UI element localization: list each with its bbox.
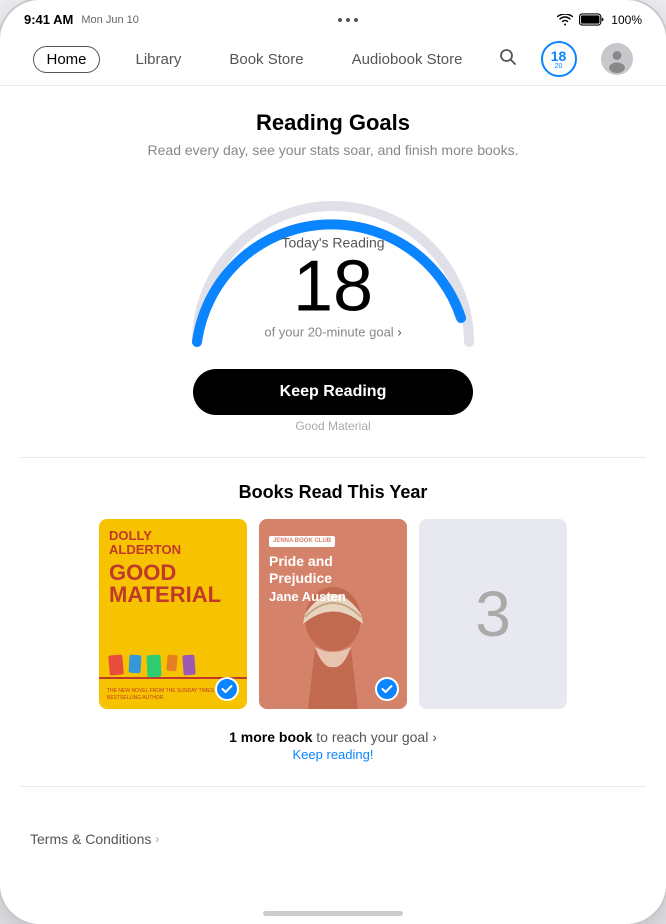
status-dot-3 xyxy=(354,18,358,22)
badge-number: 18 xyxy=(551,49,567,63)
section-divider-1 xyxy=(20,457,646,458)
reading-badge[interactable]: 18 20 xyxy=(541,41,577,77)
book2-badge: JENNA BOOK CLUB xyxy=(269,536,335,547)
section-divider-2 xyxy=(20,786,646,787)
status-dot-2 xyxy=(346,18,350,22)
status-dot-1 xyxy=(338,18,342,22)
status-right: 100% xyxy=(557,13,642,27)
status-time: 9:41 AM xyxy=(24,12,73,27)
book-card-pride-prejudice[interactable]: JENNA BOOK CLUB Pride andPrejudice Jane … xyxy=(259,519,407,709)
placeholder-number: 3 xyxy=(475,577,511,651)
search-icon[interactable] xyxy=(499,48,517,71)
profile-button[interactable] xyxy=(601,43,633,75)
terms-section: Terms & Conditions › xyxy=(0,811,666,867)
ipad-frame: 9:41 AM Mon Jun 10 100% xyxy=(0,0,666,924)
main-content: Reading Goals Read every day, see your s… xyxy=(0,86,666,910)
hanging-clothes xyxy=(109,655,195,677)
nav-bar: Home Library Book Store Audiobook Store … xyxy=(0,33,666,86)
reading-goals-section: Reading Goals Read every day, see your s… xyxy=(0,86,666,433)
keep-reading-button[interactable]: Keep Reading xyxy=(193,369,473,415)
goal-cta: 1 more book to reach your goal › xyxy=(20,729,646,745)
wifi-icon xyxy=(557,14,573,26)
nav-bookstore[interactable]: Book Store xyxy=(217,47,315,72)
bottom-spacer xyxy=(0,867,666,910)
battery-percentage: 100% xyxy=(611,13,642,27)
reading-minutes: 18 xyxy=(264,250,401,322)
status-center-dots xyxy=(338,18,358,22)
check-icon-2 xyxy=(380,682,394,696)
reading-goals-subtitle: Read every day, see your stats soar, and… xyxy=(40,142,626,158)
reading-goals-title: Reading Goals xyxy=(40,110,626,136)
book2-author-text: Jane Austen xyxy=(269,589,397,604)
terms-chevron-icon: › xyxy=(155,832,159,846)
book1-title-line1: GOOD xyxy=(109,562,237,584)
current-book-name: Good Material xyxy=(40,419,626,433)
book2-completed-badge xyxy=(375,677,399,701)
terms-label: Terms & Conditions xyxy=(30,831,151,847)
battery-icon xyxy=(579,13,605,26)
book-card-good-material[interactable]: DOLLY ALDERTON GOOD MATERIAL xyxy=(99,519,247,709)
book1-author-text: DOLLY xyxy=(109,529,237,543)
nav-audiobook[interactable]: Audiobook Store xyxy=(340,47,475,72)
check-icon xyxy=(220,682,234,696)
reading-gauge: Today's Reading 18 of your 20-minute goa… xyxy=(173,178,493,353)
book1-completed-badge xyxy=(215,677,239,701)
goal-subtext: Keep reading! xyxy=(20,747,646,762)
nav-home[interactable]: Home xyxy=(33,46,99,73)
goal-cta-strong: 1 more book xyxy=(229,729,312,745)
goal-cta-rest: to reach your goal xyxy=(312,729,428,745)
goal-description: of your 20-minute goal › xyxy=(264,324,401,339)
status-date: Mon Jun 10 xyxy=(81,14,138,26)
book-card-placeholder[interactable]: 3 xyxy=(419,519,567,709)
book2-title-text: Pride andPrejudice xyxy=(269,553,397,587)
nav-library[interactable]: Library xyxy=(124,47,194,72)
books-grid: DOLLY ALDERTON GOOD MATERIAL xyxy=(20,519,646,709)
book1-title-line2: MATERIAL xyxy=(109,584,237,606)
books-section-title: Books Read This Year xyxy=(20,482,646,503)
badge-sub: 20 xyxy=(555,63,563,70)
home-indicator xyxy=(263,911,403,916)
gauge-text: Today's Reading 18 of your 20-minute goa… xyxy=(264,234,401,339)
books-section: Books Read This Year DOLLY ALDERTON GOOD… xyxy=(0,482,666,762)
terms-link[interactable]: Terms & Conditions › xyxy=(30,831,636,847)
status-bar: 9:41 AM Mon Jun 10 100% xyxy=(0,0,666,33)
